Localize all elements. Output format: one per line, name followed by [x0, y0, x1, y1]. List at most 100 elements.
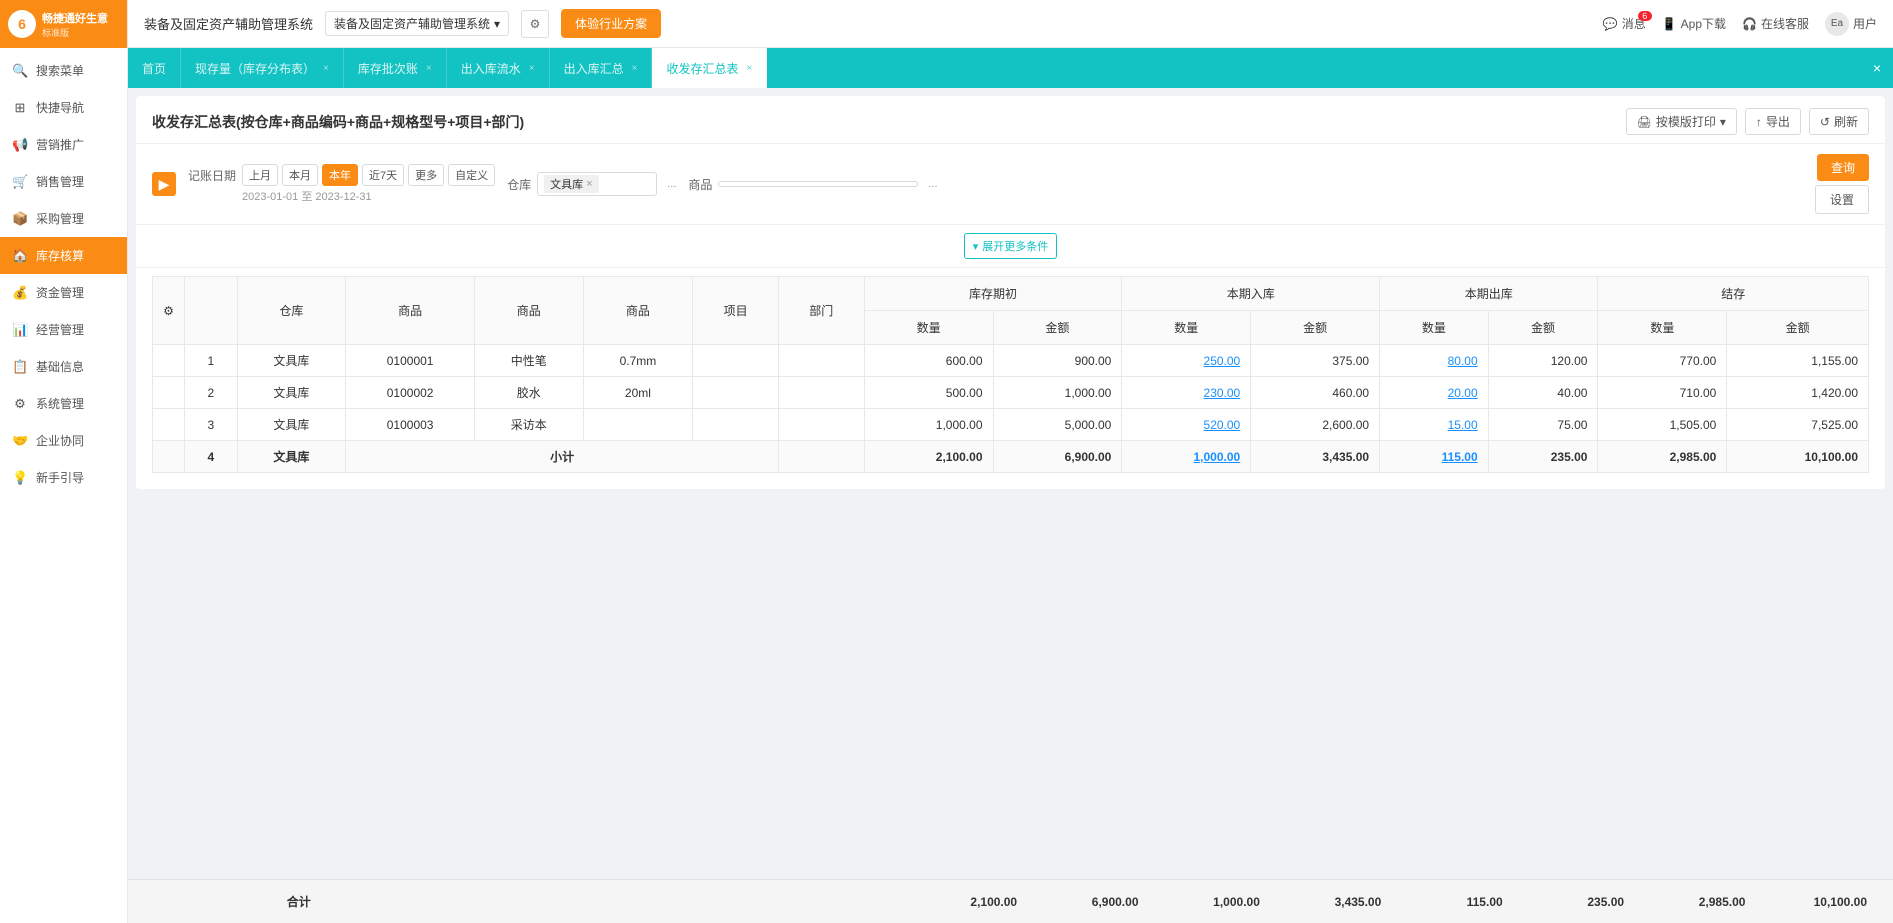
- tab-label: 库存批次账: [358, 60, 418, 77]
- row-in-qty-1[interactable]: 230.00: [1122, 377, 1251, 409]
- date-shortcut-自定义[interactable]: 自定义: [448, 164, 495, 186]
- row-out-qty-0[interactable]: 80.00: [1380, 345, 1489, 377]
- tab-close-icon[interactable]: ×: [632, 63, 638, 74]
- avatar-initials: Ea: [1831, 18, 1843, 29]
- refresh-btn[interactable]: ↺ 刷新: [1809, 108, 1869, 135]
- col-in-group-header: 本期入库: [1122, 277, 1380, 311]
- expand-conditions-btn[interactable]: ▾ 展开更多条件: [964, 233, 1058, 259]
- row-no-0: 1: [185, 345, 238, 377]
- date-shortcut-近7天[interactable]: 近7天: [362, 164, 404, 186]
- user-label: 用户: [1853, 15, 1877, 32]
- warehouse-filter-group: 仓库 文具库 × ...: [507, 172, 676, 196]
- tab-inout_summary[interactable]: 出入库汇总×: [550, 48, 653, 88]
- user-menu-button[interactable]: Ea 用户: [1825, 12, 1877, 36]
- tab-close-icon[interactable]: ×: [529, 63, 535, 74]
- sidebar: 6 畅捷通好生意 标准版 🔍搜索菜单⊞快捷导航📢营销推广🛒销售管理📦采购管理🏠库…: [0, 0, 128, 923]
- subtotal-dept: [778, 441, 864, 473]
- page-title: 收发存汇总表(按仓库+商品编码+商品+规格型号+项目+部门): [152, 112, 524, 132]
- date-shortcut-本月[interactable]: 本月: [282, 164, 318, 186]
- col-no-header: [185, 277, 238, 345]
- sidebar-item-label: 搜索菜单: [36, 62, 84, 79]
- sidebar-item-system[interactable]: ⚙系统管理: [0, 385, 127, 422]
- tab-recv_send[interactable]: 收发存汇总表×: [652, 48, 767, 88]
- subtotal-out-qty[interactable]: 115.00: [1380, 441, 1489, 473]
- sidebar-item-sales[interactable]: 🛒销售管理: [0, 163, 127, 200]
- sidebar-item-inventory[interactable]: 🏠库存核算: [0, 237, 127, 274]
- row-opening-amt-1: 1,000.00: [993, 377, 1122, 409]
- content-area: 收发存汇总表(按仓库+商品编码+商品+规格型号+项目+部门) 🖨 按模版打印 ▾…: [128, 88, 1893, 879]
- row-warehouse-0: 文具库: [237, 345, 346, 377]
- row-out-qty-2[interactable]: 15.00: [1380, 409, 1489, 441]
- messages-button[interactable]: 💬 消息 6: [1603, 15, 1646, 32]
- phone-icon: 📱: [1662, 17, 1677, 31]
- sidebar-item-guide[interactable]: 💡新手引导: [0, 459, 127, 496]
- sidebar-item-basics[interactable]: 📋基础信息: [0, 348, 127, 385]
- row-out-qty-1[interactable]: 20.00: [1380, 377, 1489, 409]
- date-filter-label: 记账日期: [188, 167, 236, 184]
- row-goods-code-2: 0100003: [346, 409, 475, 441]
- sidebar-item-operations[interactable]: 📊经营管理: [0, 311, 127, 348]
- system-icon: ⚙: [12, 396, 28, 412]
- row-closing-amt-1: 1,420.00: [1727, 377, 1869, 409]
- enterprise-icon: 🤝: [12, 433, 28, 449]
- tab-close-icon[interactable]: ×: [426, 63, 432, 74]
- tab-close-icon[interactable]: ×: [323, 63, 329, 74]
- sidebar-item-finance[interactable]: 💰资金管理: [0, 274, 127, 311]
- total-opening-qty: 2,100.00: [906, 886, 1027, 917]
- subtotal-in-qty[interactable]: 1,000.00: [1122, 441, 1251, 473]
- tab-label: 现存量（库存分布表）: [195, 60, 315, 77]
- filter-toggle-btn[interactable]: ▶: [152, 172, 176, 196]
- total-out-qty: 115.00: [1391, 886, 1512, 917]
- date-shortcut-本年[interactable]: 本年: [322, 164, 358, 186]
- tab-inout_flow[interactable]: 出入库流水×: [447, 48, 550, 88]
- print-btn[interactable]: 🖨 按模版打印 ▾: [1626, 108, 1737, 135]
- search-icon: 🔍: [12, 63, 28, 79]
- warehouse-more-btn[interactable]: ...: [667, 178, 676, 190]
- system-title: 装备及固定资产辅助管理系统: [144, 14, 313, 33]
- tab-stock_dist[interactable]: 现存量（库存分布表） ×: [181, 48, 344, 88]
- date-range-text: 2023-01-01 至 2023-12-31: [242, 191, 372, 203]
- app-download-button[interactable]: 📱 App下载: [1662, 15, 1726, 32]
- print-label: 按模版打印: [1656, 113, 1716, 130]
- row-in-qty-0[interactable]: 250.00: [1122, 345, 1251, 377]
- tab-bar-close-btn[interactable]: ×: [1861, 48, 1893, 88]
- row-in-qty-2[interactable]: 520.00: [1122, 409, 1251, 441]
- sidebar-item-label: 营销推广: [36, 136, 84, 153]
- tab-batch[interactable]: 库存批次账 ×: [344, 48, 447, 88]
- settings-button[interactable]: ⚙: [521, 10, 549, 38]
- export-btn[interactable]: ↑ 导出: [1745, 108, 1801, 135]
- sidebar-item-marketing[interactable]: 📢营销推广: [0, 126, 127, 163]
- total-closing-qty: 2,985.00: [1634, 886, 1755, 917]
- system-selector[interactable]: 装备及固定资产辅助管理系统 ▾: [325, 11, 509, 36]
- warehouse-tag-close[interactable]: ×: [586, 178, 592, 190]
- row-goods-name-0: 中性笔: [475, 345, 584, 377]
- sidebar-item-enterprise[interactable]: 🤝企业协同: [0, 422, 127, 459]
- date-filter-group: 记账日期 上月本月本年近7天更多自定义 2023-01-01 至 2023-12…: [188, 164, 495, 204]
- sidebar-item-label: 销售管理: [36, 173, 84, 190]
- col-opening-qty-header: 数量: [864, 311, 993, 345]
- sidebar-item-search[interactable]: 🔍 搜索菜单: [0, 52, 127, 89]
- sidebar-item-label: 新手引导: [36, 469, 84, 486]
- main-area: 装备及固定资产辅助管理系统 装备及固定资产辅助管理系统 ▾ ⚙ 体验行业方案 💬…: [128, 0, 1893, 923]
- goods-more-btn[interactable]: ...: [928, 178, 937, 190]
- online-service-button[interactable]: 🎧 在线客服: [1742, 15, 1809, 32]
- table-settings-icon[interactable]: ⚙: [163, 304, 174, 318]
- warehouse-filter-input[interactable]: 文具库 ×: [537, 172, 657, 196]
- tab-home[interactable]: 首页: [128, 48, 181, 88]
- date-shortcut-更多[interactable]: 更多: [408, 164, 444, 186]
- total-row: 合计 2,100.00 6,900.00 1,000.00 3,435.00 1…: [144, 886, 1877, 917]
- sidebar-item-label: 库存核算: [36, 247, 84, 264]
- sidebar-nav: 🔍 搜索菜单 ⊞快捷导航📢营销推广🛒销售管理📦采购管理🏠库存核算💰资金管理📊经营管理…: [0, 48, 127, 923]
- query-btn[interactable]: 查询: [1817, 154, 1869, 181]
- row-in-amt-0: 375.00: [1251, 345, 1380, 377]
- expand-label: 展开更多条件: [982, 238, 1048, 254]
- settings-btn[interactable]: 设置: [1815, 185, 1869, 214]
- goods-filter-input[interactable]: [718, 181, 918, 187]
- trial-btn[interactable]: 体验行业方案: [561, 9, 661, 38]
- tab-close-icon[interactable]: ×: [746, 63, 752, 74]
- sidebar-item-purchase[interactable]: 📦采购管理: [0, 200, 127, 237]
- row-opening-amt-2: 5,000.00: [993, 409, 1122, 441]
- sidebar-item-quick_nav[interactable]: ⊞快捷导航: [0, 89, 127, 126]
- sidebar-item-label: 采购管理: [36, 210, 84, 227]
- date-shortcut-上月[interactable]: 上月: [242, 164, 278, 186]
